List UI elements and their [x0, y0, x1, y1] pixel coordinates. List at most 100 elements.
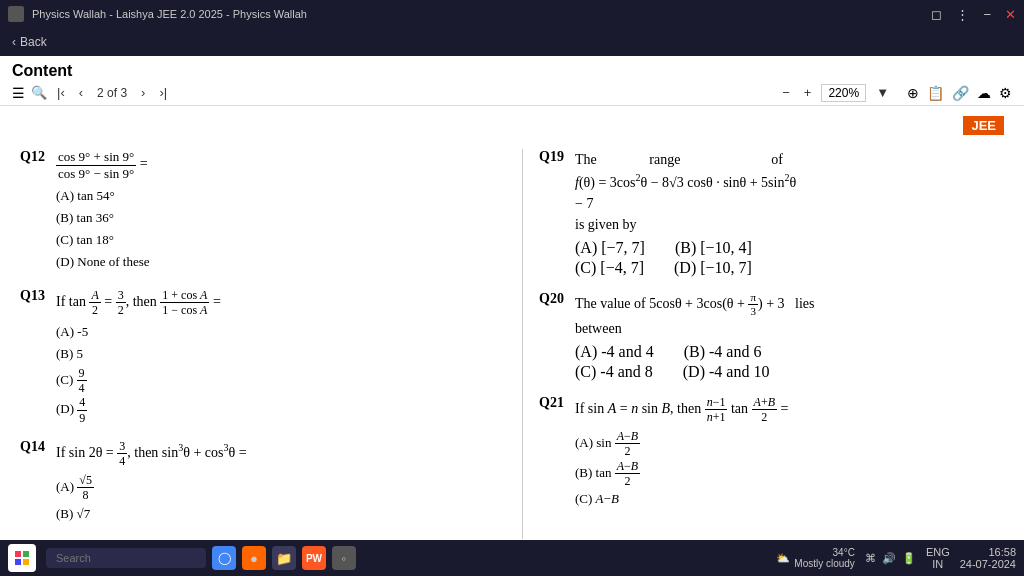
q12-options: (A) tan 54° (B) tan 36° (C) tan 18° (D) … — [20, 185, 502, 273]
content-title: Content — [12, 62, 72, 79]
q20-text: The value of 5cosθ + 3cos(θ + π3) + 3 li… — [575, 291, 815, 339]
q19-number: Q19 — [539, 149, 569, 165]
nav-next-btn[interactable]: › — [137, 83, 149, 102]
toolbar-link-icon[interactable]: 🔗 — [952, 85, 969, 101]
q20-option-c: (C) -4 and 8 — [575, 363, 653, 381]
q14-text: If sin 2θ = 34, then sin3θ + cos3θ = — [56, 439, 247, 469]
taskbar-search-input[interactable] — [46, 548, 206, 568]
toolbar-add-icon[interactable]: ⊕ — [907, 85, 919, 101]
taskbar-chrome-icon[interactable]: ◯ — [212, 546, 236, 570]
jee-badge: JEE — [963, 116, 1004, 135]
weather-desc: Mostly cloudy — [794, 558, 855, 569]
question-q13: Q13 If tan A2 = 32, then 1 + cos A1 − co… — [20, 288, 502, 426]
q19-text: The range of f(θ) = 3cos2θ − 8√3 cosθ · … — [575, 149, 796, 235]
back-label: Back — [20, 35, 47, 49]
q21-option-b: (B) tan A−B2 — [575, 459, 1004, 489]
close-icon[interactable]: ✕ — [1005, 7, 1016, 22]
svg-rect-1 — [23, 551, 29, 557]
nav-last-btn[interactable]: ›| — [155, 83, 171, 102]
q20-option-d: (D) -4 and 10 — [683, 363, 770, 381]
right-column: Q19 The range of f(θ) = 3cos2θ − 8√3 cos… — [522, 149, 1004, 539]
left-column: Q12 cos 9° + sin 9° cos 9° − sin 9° = (A… — [20, 149, 502, 539]
region-text: IN — [932, 558, 943, 570]
back-button[interactable]: ‹ Back — [12, 35, 47, 49]
start-button[interactable] — [8, 544, 36, 572]
q14-number: Q14 — [20, 439, 50, 455]
svg-rect-2 — [15, 559, 21, 565]
language-indicator: ENG IN — [926, 546, 950, 570]
menu-toolbar-icon[interactable]: ☰ — [12, 85, 25, 101]
questions-grid: Q12 cos 9° + sin 9° cos 9° − sin 9° = (A… — [20, 149, 1004, 539]
question-q20: Q20 The value of 5cosθ + 3cos(θ + π3) + … — [539, 291, 1004, 381]
q20-option-a: (A) -4 and 4 — [575, 343, 654, 361]
q13-number: Q13 — [20, 288, 50, 304]
q13-option-c: (C) 94 — [56, 366, 502, 396]
question-q19: Q19 The range of f(θ) = 3cos2θ − 8√3 cos… — [539, 149, 1004, 277]
q13-text: If tan A2 = 32, then 1 + cos A1 − cos A … — [56, 288, 221, 318]
lang-text: ENG — [926, 546, 950, 558]
taskbar-firefox-icon[interactable]: ● — [242, 546, 266, 570]
zoom-dropdown-icon[interactable]: ▼ — [872, 83, 893, 102]
question-q14: Q14 If sin 2θ = 34, then sin3θ + cos3θ =… — [20, 439, 502, 525]
toolbar-copy-icon[interactable]: 📋 — [927, 85, 944, 101]
nav-first-btn[interactable]: |‹ — [53, 83, 69, 102]
q12-number: Q12 — [20, 149, 50, 165]
q12-text: cos 9° + sin 9° cos 9° − sin 9° = — [56, 149, 148, 181]
q21-option-c: (C) A−B — [575, 488, 1004, 510]
toolbar-settings-icon[interactable]: ⚙ — [999, 85, 1012, 101]
q19-option-d: (D) [−10, 7] — [674, 259, 752, 277]
weather-widget: ⛅ 34°C Mostly cloudy — [776, 547, 855, 569]
q20-number: Q20 — [539, 291, 569, 307]
current-time: 16:58 — [960, 546, 1016, 558]
question-q21: Q21 If sin A = n sin B, then n−1n+1 tan … — [539, 395, 1004, 510]
content-header: Content — [0, 56, 1024, 80]
q14-option-b: (B) √7 — [56, 503, 502, 525]
q20-options: (A) -4 and 4 (B) -4 and 6 (C) -4 and 8 (… — [539, 343, 1004, 381]
volume-icon: 🔊 — [882, 552, 896, 565]
nav-bar: ‹ Back — [0, 28, 1024, 56]
q12-option-a: (A) tan 54° — [56, 185, 502, 207]
sys-tray: ⌘ 🔊 🔋 — [865, 552, 916, 565]
weather-temp: 34°C — [833, 547, 855, 558]
svg-rect-0 — [15, 551, 21, 557]
app-icon — [8, 6, 24, 22]
q21-text: If sin A = n sin B, then n−1n+1 tan A+B2… — [575, 395, 788, 425]
q12-option-c: (C) tan 18° — [56, 229, 502, 251]
q13-option-b: (B) 5 — [56, 343, 502, 365]
restore-icon[interactable]: ◻ — [931, 7, 942, 22]
minimize-icon[interactable]: − — [983, 7, 991, 22]
taskbar: ◯ ● 📁 PW ◦ ⛅ 34°C Mostly cloudy ⌘ 🔊 🔋 EN… — [0, 540, 1024, 576]
q13-option-d: (D) 49 — [56, 395, 502, 425]
zoom-minus-btn[interactable]: − — [778, 83, 794, 102]
q13-option-a: (A) -5 — [56, 321, 502, 343]
current-date: 24-07-2024 — [960, 558, 1016, 570]
q19-option-b: (B) [−10, 4] — [675, 239, 752, 257]
q12-option-d: (D) None of these — [56, 251, 502, 273]
taskbar-pw-icon[interactable]: PW — [302, 546, 326, 570]
network-icon: ⌘ — [865, 552, 876, 565]
taskbar-files-icon[interactable]: 📁 — [272, 546, 296, 570]
toolbar-cloud-icon[interactable]: ☁ — [977, 85, 991, 101]
q19-option-c: (C) [−4, 7] — [575, 259, 644, 277]
menu-icon[interactable]: ⋮ — [956, 7, 969, 22]
taskbar-extra-icon[interactable]: ◦ — [332, 546, 356, 570]
q19-option-a: (A) [−7, 7] — [575, 239, 645, 257]
q13-options: (A) -5 (B) 5 (C) 94 (D) 49 — [20, 321, 502, 425]
nav-prev-btn[interactable]: ‹ — [75, 83, 87, 102]
page-indicator: 2 of 3 — [97, 86, 127, 100]
taskbar-right: ⛅ 34°C Mostly cloudy ⌘ 🔊 🔋 ENG IN 16:58 … — [776, 546, 1016, 570]
svg-rect-3 — [23, 559, 29, 565]
zoom-plus-btn[interactable]: + — [800, 83, 816, 102]
q21-options: (A) sin A−B2 (B) tan A−B2 (C) A−B — [539, 429, 1004, 511]
search-toolbar-icon[interactable]: 🔍 — [31, 85, 47, 100]
zoom-value[interactable]: 220% — [821, 84, 866, 102]
q14-option-a: (A) √58 — [56, 473, 502, 503]
battery-icon: 🔋 — [902, 552, 916, 565]
title-bar: Physics Wallah - Laishya JEE 2.0 2025 - … — [0, 0, 1024, 28]
back-arrow-icon: ‹ — [12, 35, 16, 49]
time-block: 16:58 24-07-2024 — [960, 546, 1016, 570]
toolbar: ☰ 🔍 |‹ ‹ 2 of 3 › ›| − + 220% ▼ ⊕ 📋 🔗 ☁ … — [0, 80, 1024, 106]
q14-options: (A) √58 (B) √7 — [20, 473, 502, 525]
q21-number: Q21 — [539, 395, 569, 411]
q19-options: (A) [−7, 7] (B) [−10, 4] (C) [−4, 7] (D)… — [539, 239, 1004, 277]
